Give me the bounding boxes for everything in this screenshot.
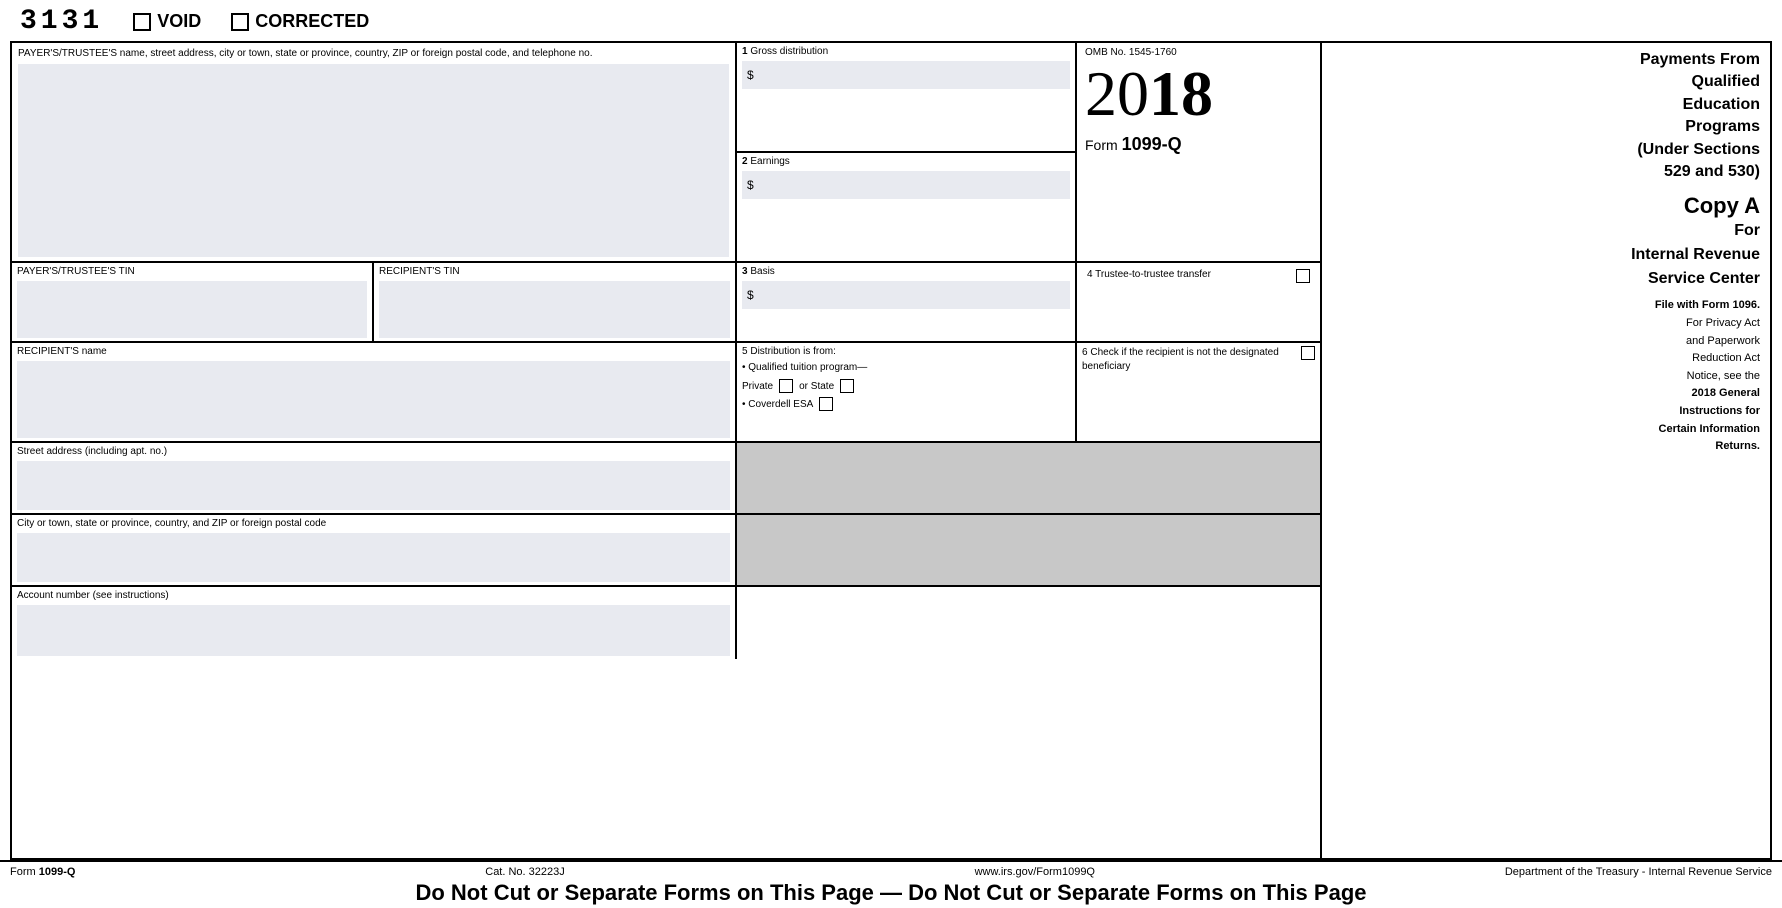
boxes-1-2: 1 Gross distribution $ 2 Earnings $ xyxy=(737,43,1077,261)
box5-distribution: 5 Distribution is from: • Qualified tuit… xyxy=(737,343,1077,441)
box3-label: 3 Basis xyxy=(742,266,1070,277)
omb-number: OMB No. 1545-1760 xyxy=(1085,47,1177,58)
corrected-checkbox[interactable] xyxy=(231,13,249,31)
account-number-label: Account number (see instructions) xyxy=(17,590,730,601)
box4-content: 4 Trustee-to-trustee transfer xyxy=(1082,266,1315,286)
box5-label: 5 Distribution is from: xyxy=(742,346,1070,357)
file-with-block: File with Form 1096. For Privacy Act and… xyxy=(1332,297,1760,455)
payer-tin-field: PAYER'S/TRUSTEE'S TIN xyxy=(12,263,374,341)
city-input[interactable] xyxy=(17,533,730,582)
shaded-box-1 xyxy=(737,443,1320,513)
box3-basis: 3 Basis $ xyxy=(737,263,1077,341)
recipient-name-input[interactable] xyxy=(17,361,730,438)
footer-cat-no: Cat. No. 32223J xyxy=(485,866,565,878)
private-state-row: Private or State xyxy=(742,379,1070,393)
street-address-label: Street address (including apt. no.) xyxy=(17,446,730,457)
row-tin: PAYER'S/TRUSTEE'S TIN RECIPIENT'S TIN 3 … xyxy=(12,263,1320,343)
corrected-checkbox-label[interactable]: CORRECTED xyxy=(231,11,369,32)
account-number-field: Account number (see instructions) xyxy=(12,587,737,659)
main-form: PAYER'S/TRUSTEE'S name, street address, … xyxy=(10,41,1772,860)
street-address-field: Street address (including apt. no.) xyxy=(12,443,737,513)
footer: Form 1099-Q Cat. No. 32223J www.irs.gov/… xyxy=(0,860,1782,908)
payer-info-label: PAYER'S/TRUSTEE'S name, street address, … xyxy=(18,47,729,60)
footer-top: Form 1099-Q Cat. No. 32223J www.irs.gov/… xyxy=(10,866,1772,878)
street-address-input[interactable] xyxy=(17,461,730,510)
box4-label: 4 Trustee-to-trustee transfer xyxy=(1087,269,1288,280)
row-payer-info: PAYER'S/TRUSTEE'S name, street address, … xyxy=(12,43,1320,263)
blank-box xyxy=(737,587,1320,659)
payer-tin-input[interactable] xyxy=(17,281,367,338)
box6-checkbox[interactable] xyxy=(1301,346,1315,360)
state-checkbox[interactable] xyxy=(840,379,854,393)
coverdell-checkbox[interactable] xyxy=(819,397,833,411)
corrected-label: CORRECTED xyxy=(255,11,369,32)
footer-department: Department of the Treasury - Internal Re… xyxy=(1505,866,1772,878)
form-header: 3131 VOID CORRECTED xyxy=(0,0,1782,41)
copy-a-block: Copy A For Internal Revenue Service Cent… xyxy=(1332,193,1760,455)
or-state-label: or State xyxy=(799,381,834,392)
row-city: City or town, state or province, country… xyxy=(12,515,1320,587)
void-label: VOID xyxy=(157,11,201,32)
right-panel: Payments From Qualified Education Progra… xyxy=(1322,43,1770,858)
city-field: City or town, state or province, country… xyxy=(12,515,737,585)
box6-check-recipient: 6 Check if the recipient is not the desi… xyxy=(1077,343,1320,441)
form-name: Form 1099-Q xyxy=(1085,134,1182,155)
coverdell-row: • Coverdell ESA xyxy=(742,397,1070,411)
private-label: Private xyxy=(742,381,773,392)
payer-info-field: PAYER'S/TRUSTEE'S name, street address, … xyxy=(12,43,737,261)
copy-a-text: Copy A xyxy=(1332,193,1760,219)
row-account: Account number (see instructions) xyxy=(12,587,1320,659)
void-checkbox[interactable] xyxy=(133,13,151,31)
form-number: 3131 xyxy=(20,6,103,37)
year-display: 2018 xyxy=(1085,62,1213,126)
account-number-input[interactable] xyxy=(17,605,730,656)
footer-bottom-text: Do Not Cut or Separate Forms on This Pag… xyxy=(10,880,1772,906)
box5-item1: • Qualified tuition program— xyxy=(742,361,1070,375)
left-section: PAYER'S/TRUSTEE'S name, street address, … xyxy=(12,43,1322,858)
recipient-name-field: RECIPIENT'S name xyxy=(12,343,737,441)
box1-gross: 1 Gross distribution $ xyxy=(737,43,1075,153)
box4-section: 4 Trustee-to-trustee transfer xyxy=(1077,263,1320,341)
box2-label: 2 Earnings xyxy=(742,156,1070,167)
box4-checkbox[interactable] xyxy=(1296,269,1310,283)
recipient-tin-input[interactable] xyxy=(379,281,730,338)
box1-label: 1 Gross distribution xyxy=(742,46,1070,57)
payer-info-input[interactable] xyxy=(18,64,729,257)
city-label: City or town, state or province, country… xyxy=(17,518,730,529)
box2-input[interactable]: $ xyxy=(742,171,1070,199)
row-street: Street address (including apt. no.) xyxy=(12,443,1320,515)
payments-title: Payments From Qualified Education Progra… xyxy=(1332,49,1760,183)
box3-input[interactable]: $ xyxy=(742,281,1070,309)
box6-label: 6 Check if the recipient is not the desi… xyxy=(1082,346,1293,374)
recipient-name-label: RECIPIENT'S name xyxy=(17,346,730,357)
recipient-tin-field: RECIPIENT'S TIN xyxy=(374,263,737,341)
private-checkbox[interactable] xyxy=(779,379,793,393)
recipient-tin-label: RECIPIENT'S TIN xyxy=(379,266,730,277)
payer-tin-label: PAYER'S/TRUSTEE'S TIN xyxy=(17,266,367,277)
box6-content: 6 Check if the recipient is not the desi… xyxy=(1082,346,1315,374)
for-irs-block: For Internal Revenue Service Center xyxy=(1332,219,1760,291)
footer-form-label: Form 1099-Q xyxy=(10,866,75,878)
void-checkbox-label[interactable]: VOID xyxy=(133,11,201,32)
row-recipient: RECIPIENT'S name 5 Distribution is from:… xyxy=(12,343,1320,443)
coverdell-label: • Coverdell ESA xyxy=(742,399,813,410)
box1-input[interactable]: $ xyxy=(742,61,1070,89)
footer-website: www.irs.gov/Form1099Q xyxy=(975,866,1095,878)
void-corrected-area: VOID CORRECTED xyxy=(133,11,369,32)
omb-section: OMB No. 1545-1760 2018 Form 1099-Q xyxy=(1077,43,1320,261)
box2-earnings: 2 Earnings $ xyxy=(737,153,1075,261)
shaded-box-2 xyxy=(737,515,1320,585)
